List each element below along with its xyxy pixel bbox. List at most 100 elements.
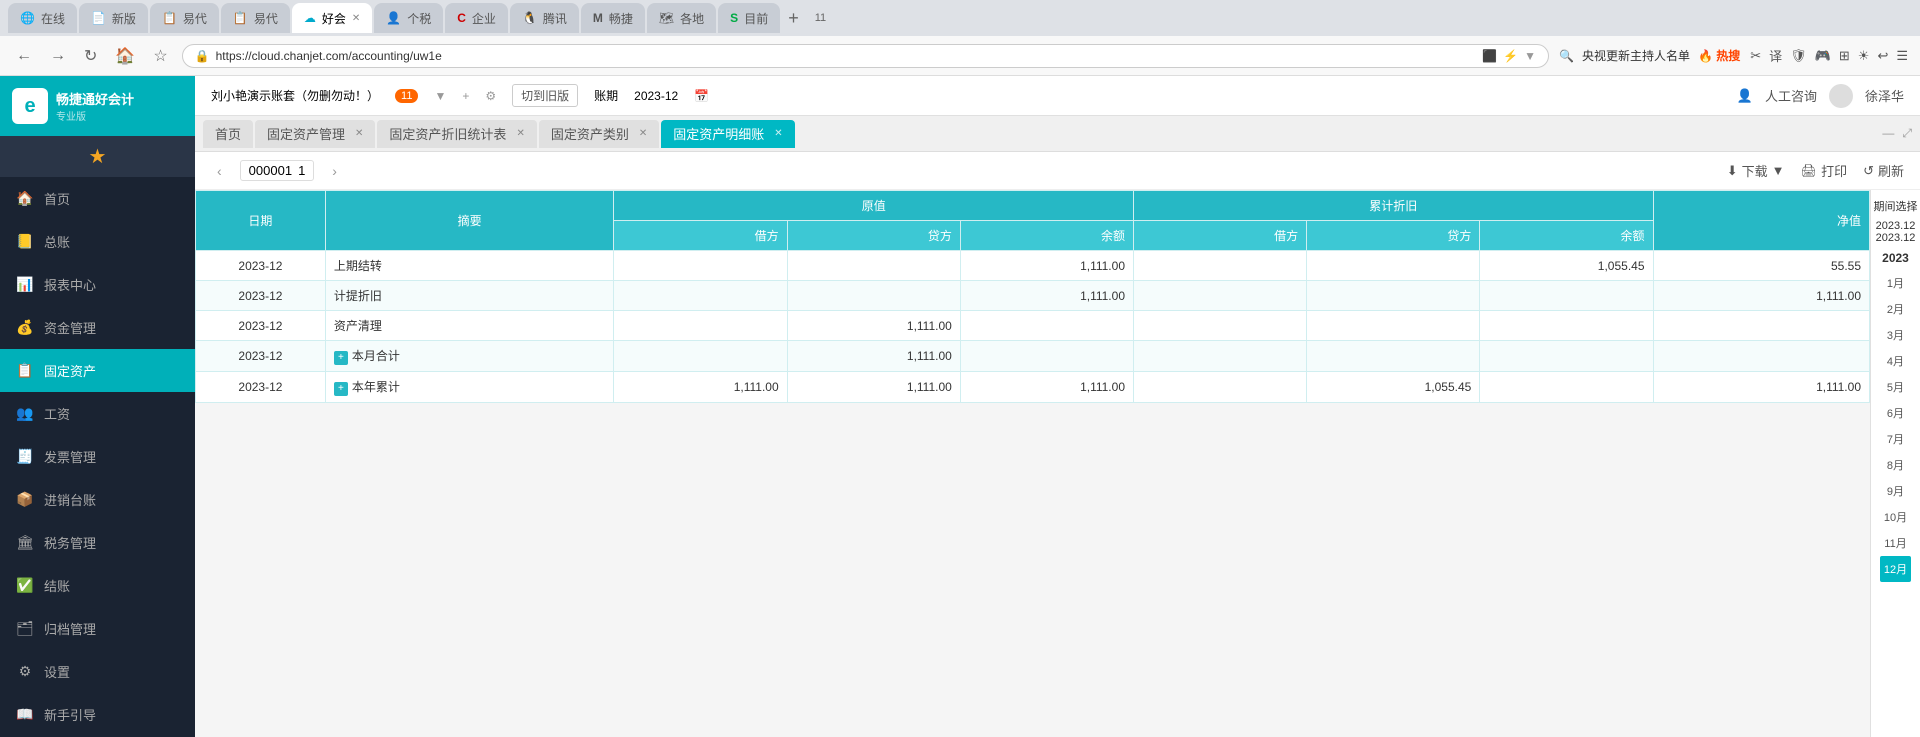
period-month-item[interactable]: 5月 (1880, 374, 1911, 400)
reports-nav-icon: 📊 (16, 276, 34, 293)
browser-tab-qiye[interactable]: C 企业 (445, 3, 508, 33)
close-tab-icon[interactable]: ✕ (352, 13, 360, 24)
minimize-page-icon[interactable]: — (1882, 126, 1894, 141)
toolbar-right-actions: ⬇ 下载 ▼ 🖨 打印 ↺ 刷新 (1727, 161, 1904, 180)
cell-net-value (1653, 311, 1869, 341)
close-tab-ledger-icon[interactable]: ✕ (774, 128, 782, 139)
header-summary: 摘要 (325, 191, 614, 251)
close-tab-category-icon[interactable]: ✕ (639, 128, 647, 139)
translate-icon[interactable]: 译 (1769, 46, 1782, 65)
period-month-item[interactable]: 9月 (1880, 478, 1911, 504)
browser-tab-yidai1[interactable]: 📋 易代 (150, 3, 219, 33)
sidebar-item-ledger[interactable]: 📒 总账 (0, 220, 195, 263)
period-month-item[interactable]: 7月 (1880, 426, 1911, 452)
star-icon[interactable]: ★ (89, 144, 107, 169)
period-month-item[interactable]: 1月 (1880, 270, 1911, 296)
shield-icon[interactable]: 🛡 (1790, 48, 1807, 64)
browser-tab-yidai2[interactable]: 📋 易代 (221, 3, 290, 33)
period-month-item[interactable]: 6月 (1880, 400, 1911, 426)
browser-tab-tencent[interactable]: 🐧 腾讯 (510, 3, 579, 33)
settings-account-icon[interactable]: ⚙ (485, 89, 496, 103)
tab-home[interactable]: 首页 (203, 120, 253, 148)
ssl-icon: 🔒 (195, 49, 210, 63)
close-tab-fixed-asset-mgmt-icon[interactable]: ✕ (355, 128, 363, 139)
cell-date: 2023-12 (196, 311, 326, 341)
user-name[interactable]: 徐泽华 (1865, 86, 1904, 105)
sidebar-item-guide[interactable]: 📖 新手引导 (0, 693, 195, 736)
tab-fixed-asset-depreciation[interactable]: 固定资产折旧统计表 ✕ (377, 120, 536, 148)
add-tab-button[interactable]: + (782, 8, 805, 29)
sidebar-item-tax[interactable]: 🏛 税务管理 (0, 521, 195, 564)
scissors-icon[interactable]: ✂ (1750, 48, 1761, 64)
sidebar-item-label-settings: 设置 (44, 662, 70, 681)
period-month-item[interactable]: 12月 (1880, 556, 1911, 582)
browser-tab-new[interactable]: 📄 新版 (79, 3, 148, 33)
print-icon: 🖨 (1801, 163, 1818, 179)
download-button[interactable]: ⬇ 下载 ▼ (1727, 161, 1785, 180)
sidebar-item-funds[interactable]: 💰 资金管理 (0, 306, 195, 349)
period-month-item[interactable]: 11月 (1880, 530, 1911, 556)
sidebar-item-archive[interactable]: 🗂 归档管理 (0, 607, 195, 650)
bookmark-button[interactable]: ☆ (149, 42, 171, 70)
cell-orig-credit (787, 251, 960, 281)
browser-tab-online[interactable]: 🌐 在线 (8, 3, 77, 33)
grid-icon[interactable]: ⊞ (1839, 48, 1850, 64)
download-icon: ⬇ (1727, 163, 1738, 179)
browser-tab-changjie[interactable]: M 畅捷 (581, 3, 645, 33)
brightness-icon[interactable]: ☀ (1858, 48, 1870, 64)
browser-tab-haokuai[interactable]: ☁ 好会 ✕ (292, 3, 372, 33)
support-label[interactable]: 人工咨询 (1765, 86, 1817, 105)
cell-orig-debit: 1,111.00 (614, 372, 787, 403)
game-icon[interactable]: 🎮 (1815, 48, 1831, 64)
period-month-item[interactable]: 10月 (1880, 504, 1911, 530)
browser-tab-gedi[interactable]: 🗺 各地 (647, 3, 716, 33)
browser-tab-geshui[interactable]: 👤 个税 (374, 3, 443, 33)
browser-tab-muqian[interactable]: S 目前 (718, 3, 780, 33)
period-month-item[interactable]: 4月 (1880, 348, 1911, 374)
invoice-nav-icon: 🧾 (16, 448, 34, 465)
sidebar-item-settings[interactable]: ⚙ 设置 (0, 650, 195, 693)
url-input-box[interactable]: 🔒 https://cloud.chanjet.com/accounting/u… (182, 44, 1549, 68)
sidebar-item-closing[interactable]: ✅ 结账 (0, 564, 195, 607)
dropdown-company-icon[interactable]: ▼ (434, 89, 446, 103)
maximize-page-icon[interactable]: ⤢ (1902, 126, 1912, 141)
refresh-button[interactable]: ↺ 刷新 (1863, 161, 1904, 180)
tab-fixed-asset-mgmt[interactable]: 固定资产管理 ✕ (255, 120, 375, 148)
calendar-icon[interactable]: 📅 (694, 89, 709, 103)
switch-version-button[interactable]: 切到旧版 (512, 84, 578, 107)
next-account-button[interactable]: › (326, 161, 343, 181)
browser-tab-bar: 🌐 在线 📄 新版 📋 易代 📋 易代 ☁ 好会 ✕ 👤 个税 C 企业 (0, 0, 1920, 36)
sidebar-item-fixed-assets[interactable]: 📋 固定资产 (0, 349, 195, 392)
header-orig-debit: 借方 (614, 221, 787, 251)
cell-orig-balance: 1,111.00 (960, 372, 1133, 403)
cell-accum-credit: 1,055.45 (1307, 372, 1480, 403)
add-account-button[interactable]: + (462, 89, 469, 103)
period-month-item[interactable]: 8月 (1880, 452, 1911, 478)
home-browser-button[interactable]: 🏠 (111, 42, 139, 70)
tab-fixed-asset-category[interactable]: 固定资产类别 ✕ (539, 120, 659, 148)
sidebar-nav: 🏠 首页 📒 总账 📊 报表中心 💰 资金管理 📋 固定资产 👥 工资 (0, 177, 195, 737)
back-button[interactable]: ← (12, 43, 36, 69)
cell-summary: +本年累计 (325, 372, 614, 403)
cell-accum-debit (1134, 251, 1307, 281)
account-number-box: 000001 1 (240, 160, 315, 181)
sidebar-item-inventory[interactable]: 📦 进销台账 (0, 478, 195, 521)
settings-nav-icon: ⚙ (16, 663, 34, 680)
undo-icon[interactable]: ↩ (1877, 48, 1888, 64)
sidebar-item-reports[interactable]: 📊 报表中心 (0, 263, 195, 306)
period-header-label: 期间选择 (1872, 194, 1920, 218)
period-month-item[interactable]: 3月 (1880, 322, 1911, 348)
sidebar-item-invoice[interactable]: 🧾 发票管理 (0, 435, 195, 478)
period-month-item[interactable]: 2月 (1880, 296, 1911, 322)
menu-icon[interactable]: ☰ (1896, 48, 1908, 64)
sidebar-item-payroll[interactable]: 👥 工资 (0, 392, 195, 435)
refresh-browser-button[interactable]: ↻ (80, 42, 101, 70)
prev-account-button[interactable]: ‹ (211, 161, 228, 181)
forward-button[interactable]: → (46, 43, 70, 69)
tab-fixed-asset-ledger[interactable]: 固定资产明细账 ✕ (661, 120, 794, 148)
cell-accum-balance (1480, 281, 1653, 311)
print-button[interactable]: 🖨 打印 (1801, 161, 1848, 180)
period-month-item[interactable]: 2023 (1880, 246, 1911, 270)
sidebar-item-home[interactable]: 🏠 首页 (0, 177, 195, 220)
close-tab-depreciation-icon[interactable]: ✕ (516, 128, 524, 139)
